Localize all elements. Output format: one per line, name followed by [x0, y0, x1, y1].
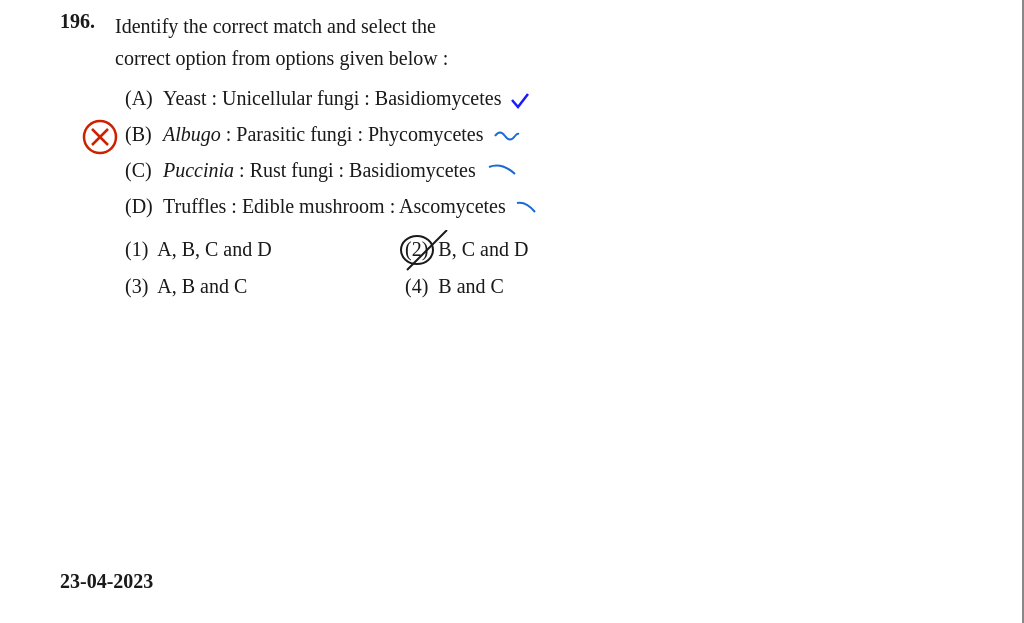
- question-content: Identify the correct match and select th…: [115, 10, 994, 318]
- answer-1-label: (1) A, B, C and D: [125, 238, 272, 260]
- option-c-text: Puccinia : Rust fungi : Basidiomycetes: [163, 154, 517, 186]
- red-circle-x-icon: [81, 118, 119, 156]
- answer-2: (2) B, C and D: [405, 238, 685, 261]
- answer-3-label: (3) A, B and C: [125, 275, 247, 297]
- options-list: (A) Yeast : Unicellular fungi : Basidiom…: [125, 82, 994, 222]
- question-text: Identify the correct match and select th…: [115, 10, 994, 74]
- option-a-text: Yeast : Unicellular fungi : Basidiomycet…: [163, 82, 530, 114]
- option-d-label: (D): [125, 190, 163, 222]
- option-b-text: Albugo : Parasitic fungi : Phycomycetes: [163, 118, 521, 150]
- date-line: 23-04-2023: [60, 570, 153, 593]
- option-a-label: (A): [125, 82, 163, 114]
- answer-4: (4) B and C: [405, 275, 685, 298]
- annotation-b-icon: [493, 126, 521, 146]
- option-c: (C) Puccinia : Rust fungi : Basidiomycet…: [125, 154, 994, 186]
- annotation-c-icon: [487, 162, 517, 182]
- option-d-text: Truffles : Edible mushroom : Ascomycetes: [163, 190, 537, 222]
- option-b-label: (B): [125, 118, 163, 150]
- answers-grid: (1) A, B, C and D (2) B, C and D: [125, 238, 994, 298]
- answer-4-label: (4) B and C: [405, 275, 504, 297]
- option-c-label: (C): [125, 154, 163, 186]
- page-container: 196. Identify the correct match and sele…: [0, 0, 1024, 623]
- annotation-d-icon: [515, 200, 537, 216]
- answer-2-label: (2) B, C and D: [405, 238, 528, 260]
- option-d: (D) Truffles : Edible mushroom : Ascomyc…: [125, 190, 994, 222]
- answer-1: (1) A, B, C and D: [125, 238, 405, 261]
- question-number: 196.: [60, 10, 115, 318]
- answer-3: (3) A, B and C: [125, 275, 405, 298]
- question-block: 196. Identify the correct match and sele…: [60, 10, 994, 318]
- option-a: (A) Yeast : Unicellular fungi : Basidiom…: [125, 82, 994, 114]
- tick-a-icon: [510, 90, 530, 110]
- option-b: (B) Albugo : Parasitic fungi : Phycomyce…: [125, 118, 994, 150]
